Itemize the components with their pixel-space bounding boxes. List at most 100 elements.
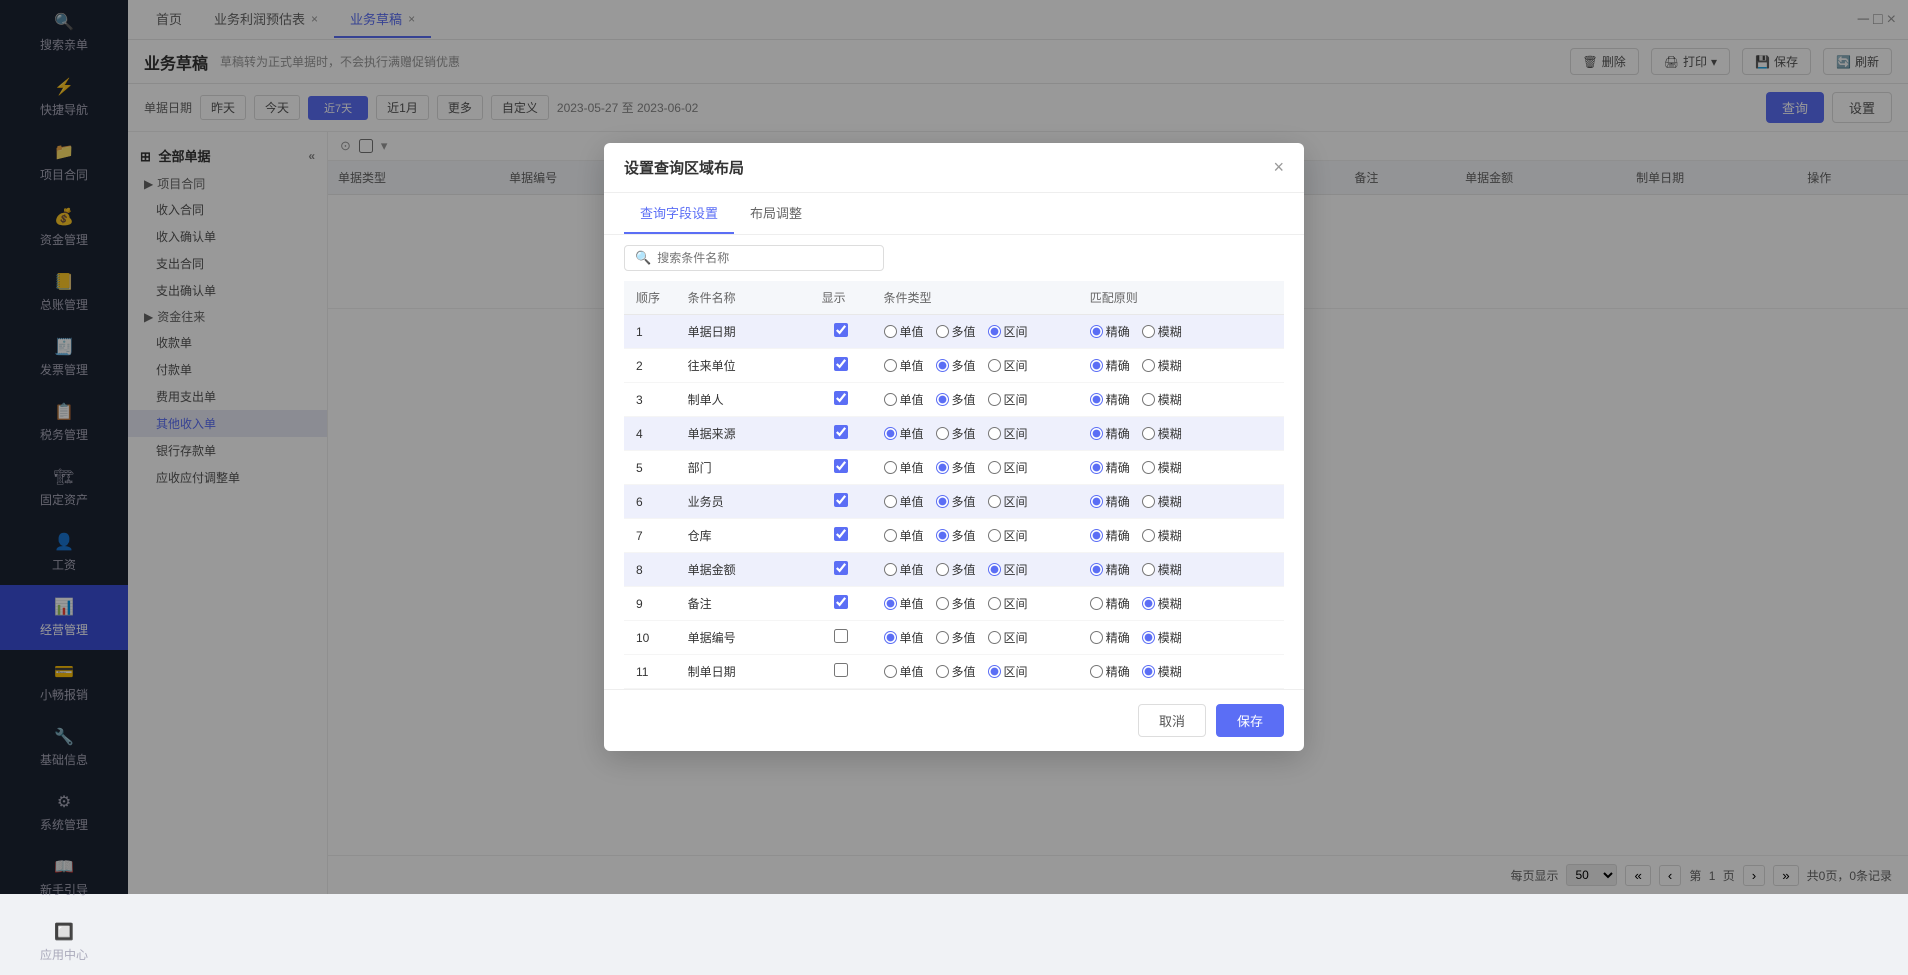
type-single-label[interactable]: 单值: [884, 663, 924, 680]
match-fuzzy-radio[interactable]: [1142, 359, 1155, 372]
type-range-radio[interactable]: [988, 529, 1001, 542]
match-exact-label[interactable]: 精确: [1090, 561, 1130, 578]
type-single-label[interactable]: 单值: [884, 527, 924, 544]
type-single-radio[interactable]: [884, 325, 897, 338]
type-range-radio[interactable]: [988, 427, 1001, 440]
type-multi-radio[interactable]: [936, 495, 949, 508]
sidebar-item-apps[interactable]: 🔲 应用中心: [0, 910, 128, 975]
show-checkbox[interactable]: [834, 323, 848, 337]
type-single-radio[interactable]: [884, 461, 897, 474]
type-range-radio[interactable]: [988, 665, 1001, 678]
match-exact-label[interactable]: 精确: [1090, 493, 1130, 510]
match-exact-label[interactable]: 精确: [1090, 629, 1130, 646]
type-single-label[interactable]: 单值: [884, 459, 924, 476]
match-exact-label[interactable]: 精确: [1090, 595, 1130, 612]
match-exact-radio[interactable]: [1090, 597, 1103, 610]
type-range-radio[interactable]: [988, 325, 1001, 338]
modal-save-button[interactable]: 保存: [1216, 704, 1284, 737]
type-range-label[interactable]: 区间: [988, 629, 1028, 646]
type-range-radio[interactable]: [988, 393, 1001, 406]
type-single-label[interactable]: 单值: [884, 323, 924, 340]
type-single-radio[interactable]: [884, 393, 897, 406]
match-exact-label[interactable]: 精确: [1090, 357, 1130, 374]
match-exact-radio[interactable]: [1090, 495, 1103, 508]
match-exact-radio[interactable]: [1090, 631, 1103, 644]
type-multi-radio[interactable]: [936, 359, 949, 372]
match-exact-label[interactable]: 精确: [1090, 459, 1130, 476]
match-fuzzy-label[interactable]: 模糊: [1142, 527, 1182, 544]
match-fuzzy-label[interactable]: 模糊: [1142, 663, 1182, 680]
match-exact-radio[interactable]: [1090, 461, 1103, 474]
type-range-label[interactable]: 区间: [988, 459, 1028, 476]
match-fuzzy-radio[interactable]: [1142, 461, 1155, 474]
show-checkbox[interactable]: [834, 561, 848, 575]
match-exact-label[interactable]: 精确: [1090, 663, 1130, 680]
show-checkbox[interactable]: [834, 527, 848, 541]
match-fuzzy-label[interactable]: 模糊: [1142, 595, 1182, 612]
type-single-label[interactable]: 单值: [884, 561, 924, 578]
match-exact-radio[interactable]: [1090, 427, 1103, 440]
type-single-radio[interactable]: [884, 563, 897, 576]
match-fuzzy-radio[interactable]: [1142, 495, 1155, 508]
type-range-radio[interactable]: [988, 359, 1001, 372]
modal-tab-query[interactable]: 查询字段设置: [624, 193, 734, 234]
modal-close-btn[interactable]: ×: [1273, 157, 1284, 178]
match-fuzzy-radio[interactable]: [1142, 427, 1155, 440]
match-fuzzy-label[interactable]: 模糊: [1142, 493, 1182, 510]
show-checkbox[interactable]: [834, 629, 848, 643]
type-range-label[interactable]: 区间: [988, 323, 1028, 340]
type-single-radio[interactable]: [884, 665, 897, 678]
type-single-radio[interactable]: [884, 631, 897, 644]
type-multi-label[interactable]: 多值: [936, 425, 976, 442]
show-checkbox[interactable]: [834, 493, 848, 507]
type-single-label[interactable]: 单值: [884, 493, 924, 510]
match-fuzzy-label[interactable]: 模糊: [1142, 459, 1182, 476]
match-fuzzy-radio[interactable]: [1142, 393, 1155, 406]
match-fuzzy-label[interactable]: 模糊: [1142, 425, 1182, 442]
show-checkbox[interactable]: [834, 425, 848, 439]
type-multi-radio[interactable]: [936, 631, 949, 644]
match-fuzzy-radio[interactable]: [1142, 529, 1155, 542]
match-fuzzy-radio[interactable]: [1142, 597, 1155, 610]
type-multi-radio[interactable]: [936, 597, 949, 610]
modal-search-input[interactable]: [657, 251, 857, 265]
type-multi-radio[interactable]: [936, 393, 949, 406]
match-exact-radio[interactable]: [1090, 359, 1103, 372]
type-range-label[interactable]: 区间: [988, 391, 1028, 408]
type-multi-radio[interactable]: [936, 563, 949, 576]
match-exact-label[interactable]: 精确: [1090, 425, 1130, 442]
match-exact-radio[interactable]: [1090, 665, 1103, 678]
type-multi-radio[interactable]: [936, 461, 949, 474]
match-exact-label[interactable]: 精确: [1090, 323, 1130, 340]
type-range-label[interactable]: 区间: [988, 357, 1028, 374]
type-single-label[interactable]: 单值: [884, 425, 924, 442]
type-multi-label[interactable]: 多值: [936, 561, 976, 578]
match-exact-radio[interactable]: [1090, 563, 1103, 576]
type-multi-label[interactable]: 多值: [936, 493, 976, 510]
type-single-radio[interactable]: [884, 529, 897, 542]
match-fuzzy-radio[interactable]: [1142, 325, 1155, 338]
type-multi-radio[interactable]: [936, 665, 949, 678]
type-single-label[interactable]: 单值: [884, 629, 924, 646]
match-exact-label[interactable]: 精确: [1090, 527, 1130, 544]
type-single-radio[interactable]: [884, 427, 897, 440]
match-fuzzy-label[interactable]: 模糊: [1142, 357, 1182, 374]
show-checkbox[interactable]: [834, 391, 848, 405]
type-single-label[interactable]: 单值: [884, 357, 924, 374]
type-multi-label[interactable]: 多值: [936, 357, 976, 374]
match-exact-radio[interactable]: [1090, 393, 1103, 406]
type-range-label[interactable]: 区间: [988, 425, 1028, 442]
type-single-label[interactable]: 单值: [884, 391, 924, 408]
type-range-label[interactable]: 区间: [988, 595, 1028, 612]
show-checkbox[interactable]: [834, 663, 848, 677]
type-single-radio[interactable]: [884, 359, 897, 372]
match-exact-radio[interactable]: [1090, 325, 1103, 338]
type-range-radio[interactable]: [988, 461, 1001, 474]
show-checkbox[interactable]: [834, 459, 848, 473]
type-single-radio[interactable]: [884, 495, 897, 508]
type-range-label[interactable]: 区间: [988, 561, 1028, 578]
match-fuzzy-label[interactable]: 模糊: [1142, 629, 1182, 646]
modal-tab-layout[interactable]: 布局调整: [734, 193, 818, 234]
type-multi-label[interactable]: 多值: [936, 391, 976, 408]
type-multi-label[interactable]: 多值: [936, 527, 976, 544]
